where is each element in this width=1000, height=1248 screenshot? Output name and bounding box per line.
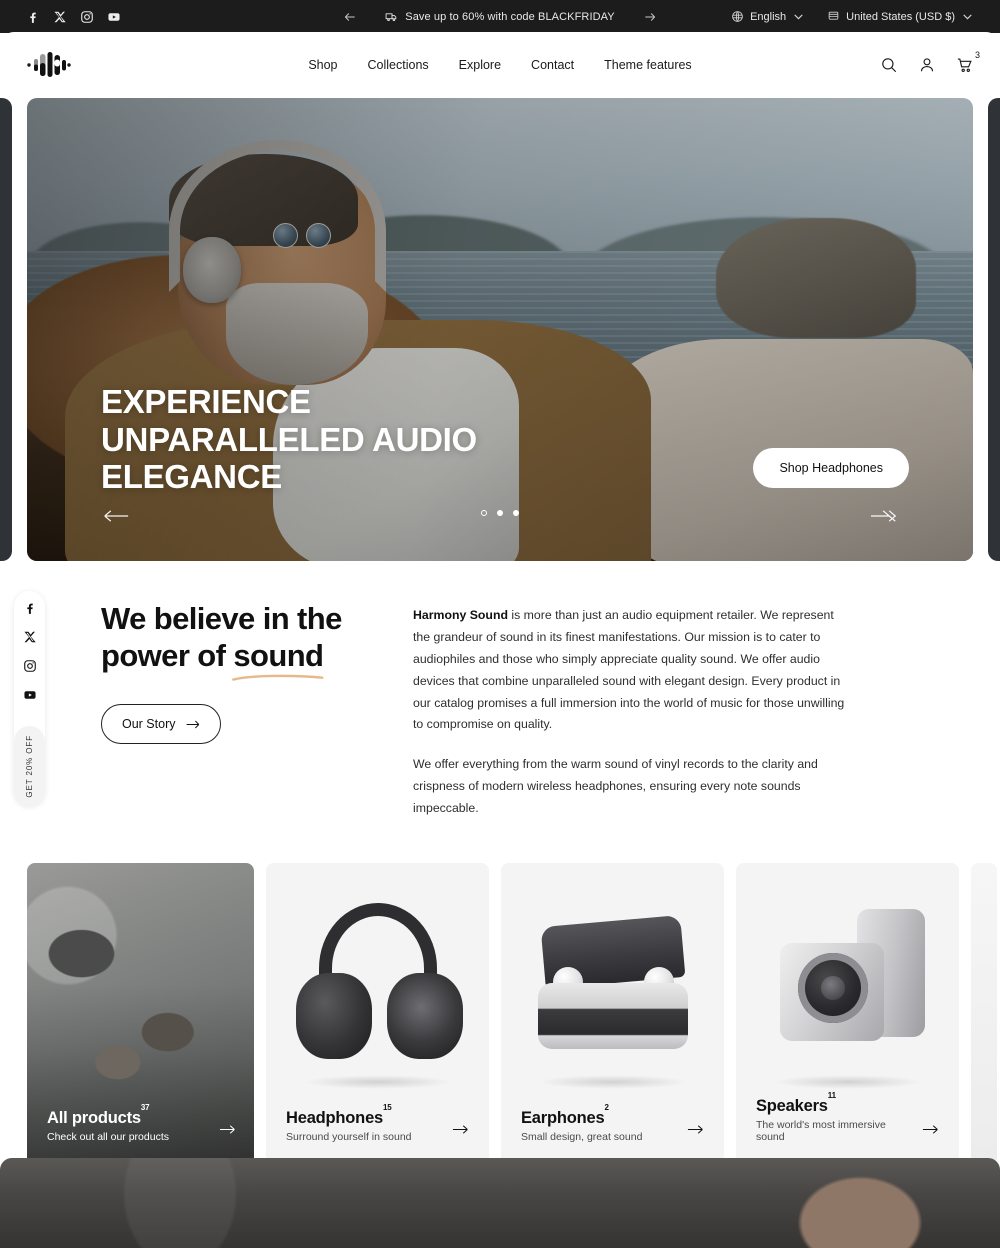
arrow-right-icon — [687, 1125, 703, 1134]
hero-pagination — [27, 510, 973, 516]
collection-count: 15 — [383, 1102, 392, 1112]
language-label: English — [750, 10, 787, 23]
lifestyle-image-overlay — [0, 1158, 1000, 1248]
country-currency-selector[interactable]: United States (USD $) — [827, 10, 974, 23]
about-paragraph-2: We offer everything from the warm sound … — [413, 757, 818, 815]
hero-dot-2[interactable] — [497, 510, 503, 516]
main-navigation: Shop Collections Explore Contact Theme f… — [0, 58, 1000, 72]
hero-dot-3[interactable] — [513, 510, 519, 516]
collection-card-earphones[interactable]: Earphones2 Small design, great sound — [501, 862, 724, 1165]
harmony-sound-logo[interactable] — [26, 50, 72, 80]
promo-discount-tab[interactable]: GET 20% OFF — [14, 726, 45, 806]
about-heading-line-1: We believe in the — [101, 601, 342, 636]
arrow-right-icon — [452, 1125, 468, 1134]
social-sidebar: GET 20% OFF — [14, 591, 45, 806]
account-icon[interactable] — [918, 56, 936, 74]
our-story-button[interactable]: Our Story — [101, 704, 221, 745]
collection-card-headphones[interactable]: Headphones15 Surround yourself in sound — [266, 862, 489, 1165]
facebook-icon[interactable] — [23, 601, 37, 615]
cart-count-badge: 3 — [974, 50, 980, 60]
arrow-right-icon — [219, 1125, 235, 1134]
collection-subtitle-headphones: Surround yourself in sound — [286, 1130, 412, 1143]
collection-cards: All products37 Check out all our product… — [0, 862, 1000, 1165]
about-right-column: Harmony Sound is more than just an audio… — [413, 601, 853, 820]
announcement-social-links — [0, 10, 121, 24]
collection-count: 37 — [140, 1102, 150, 1112]
x-icon[interactable] — [23, 630, 37, 644]
hero-slide[interactable]: EXPERIENCE UNPARALLELED AUDIO ELEGANCE S… — [27, 98, 973, 561]
collection-count: 11 — [827, 1090, 836, 1100]
about-heading: We believe in the power of sound — [101, 601, 402, 681]
collection-subtitle-earphones: Small design, great sound — [521, 1130, 643, 1143]
shipping-truck-icon — [385, 13, 397, 22]
nav-item-shop[interactable]: Shop — [308, 58, 337, 72]
arrow-right-icon — [922, 1125, 938, 1134]
nav-item-explore[interactable]: Explore — [459, 58, 501, 72]
chevron-down-icon — [963, 14, 972, 20]
about-heading-line-2-prefix: power of — [101, 637, 234, 673]
youtube-icon[interactable] — [23, 688, 37, 702]
announcement-bar: Save up to 60% with code BLACKFRIDAY Eng… — [0, 0, 1000, 33]
collection-title-text: Headphones — [286, 1108, 384, 1127]
collection-title-text: Earphones — [521, 1108, 605, 1127]
our-story-label: Our Story — [122, 717, 176, 732]
chevron-down-icon — [794, 14, 803, 20]
announcement-next-icon[interactable] — [643, 10, 657, 24]
underline-stroke-icon — [232, 674, 324, 681]
nav-item-theme-features[interactable]: Theme features — [604, 58, 692, 72]
hero-next-slide-peek[interactable] — [988, 98, 1000, 561]
shop-headphones-button[interactable]: Shop Headphones — [753, 448, 909, 488]
collection-title-text: Speakers — [756, 1096, 828, 1115]
hero-carousel: EXPERIENCE UNPARALLELED AUDIO ELEGANCE S… — [0, 98, 1000, 561]
about-paragraph-1: Harmony Sound is more than just an audio… — [413, 605, 853, 736]
brand-name: Harmony Sound — [413, 608, 508, 622]
about-paragraph-1-rest: is more than just an audio equipment ret… — [413, 608, 845, 732]
about-underlined-text: sound — [233, 637, 324, 673]
collection-subtitle-speakers: The world's most immersive sound — [756, 1118, 886, 1143]
globe-icon — [732, 11, 743, 22]
site-header: Shop Collections Explore Contact Theme f… — [0, 32, 1000, 98]
collection-card-next-peek[interactable] — [971, 862, 997, 1165]
hero-prev-icon[interactable] — [103, 506, 129, 526]
collection-title-earphones: Earphones2 — [521, 1103, 682, 1128]
announcement-selectors: English United States (USD $) — [731, 10, 1000, 23]
country-label: United States (USD $) — [846, 10, 955, 23]
instagram-icon[interactable] — [23, 659, 37, 673]
hero-title: EXPERIENCE UNPARALLELED AUDIO ELEGANCE — [101, 383, 477, 496]
cart-icon — [957, 58, 972, 72]
facebook-icon[interactable] — [26, 10, 40, 24]
hero-prev-slide-peek[interactable] — [0, 98, 12, 561]
header-actions: 3 — [880, 50, 980, 74]
nav-item-contact[interactable]: Contact — [531, 58, 574, 72]
about-left-column: We believe in the power of sound Our Sto… — [27, 601, 402, 820]
collection-title-text: All products — [47, 1108, 141, 1127]
collection-card-speakers[interactable]: Speakers11 The world's most immersive so… — [736, 862, 959, 1165]
instagram-icon[interactable] — [80, 10, 94, 24]
about-section: We believe in the power of sound Our Sto… — [0, 561, 1000, 820]
collection-title-headphones: Headphones15 — [286, 1103, 447, 1128]
collection-title-speakers: Speakers11 — [756, 1091, 917, 1116]
promo-discount-label: GET 20% OFF — [25, 734, 34, 798]
announcement-text: Save up to 60% with code BLACKFRIDAY — [405, 10, 615, 23]
collection-subtitle-all-products: Check out all our products — [47, 1130, 169, 1143]
collection-image-next-peek — [971, 862, 997, 1165]
cart-button[interactable]: 3 — [956, 50, 980, 74]
collection-count: 2 — [604, 1102, 609, 1112]
announcement-prev-icon[interactable] — [343, 10, 357, 24]
next-section-image-band — [0, 1158, 1000, 1248]
hero-next-icon[interactable] — [871, 506, 897, 526]
x-icon[interactable] — [53, 10, 67, 24]
arrow-right-icon — [186, 720, 199, 728]
flag-icon — [828, 11, 839, 20]
nav-item-collections[interactable]: Collections — [368, 58, 429, 72]
search-icon[interactable] — [880, 56, 898, 74]
about-heading-underlined-word: sound — [232, 637, 324, 681]
youtube-icon[interactable] — [107, 10, 121, 24]
hero-dot-1[interactable] — [481, 510, 487, 516]
collection-card-all-products[interactable]: All products37 Check out all our product… — [27, 862, 254, 1165]
collection-title-all-products: All products37 — [47, 1103, 212, 1128]
announcement-message: Save up to 60% with code BLACKFRIDAY — [385, 10, 615, 23]
language-selector[interactable]: English — [731, 10, 805, 23]
